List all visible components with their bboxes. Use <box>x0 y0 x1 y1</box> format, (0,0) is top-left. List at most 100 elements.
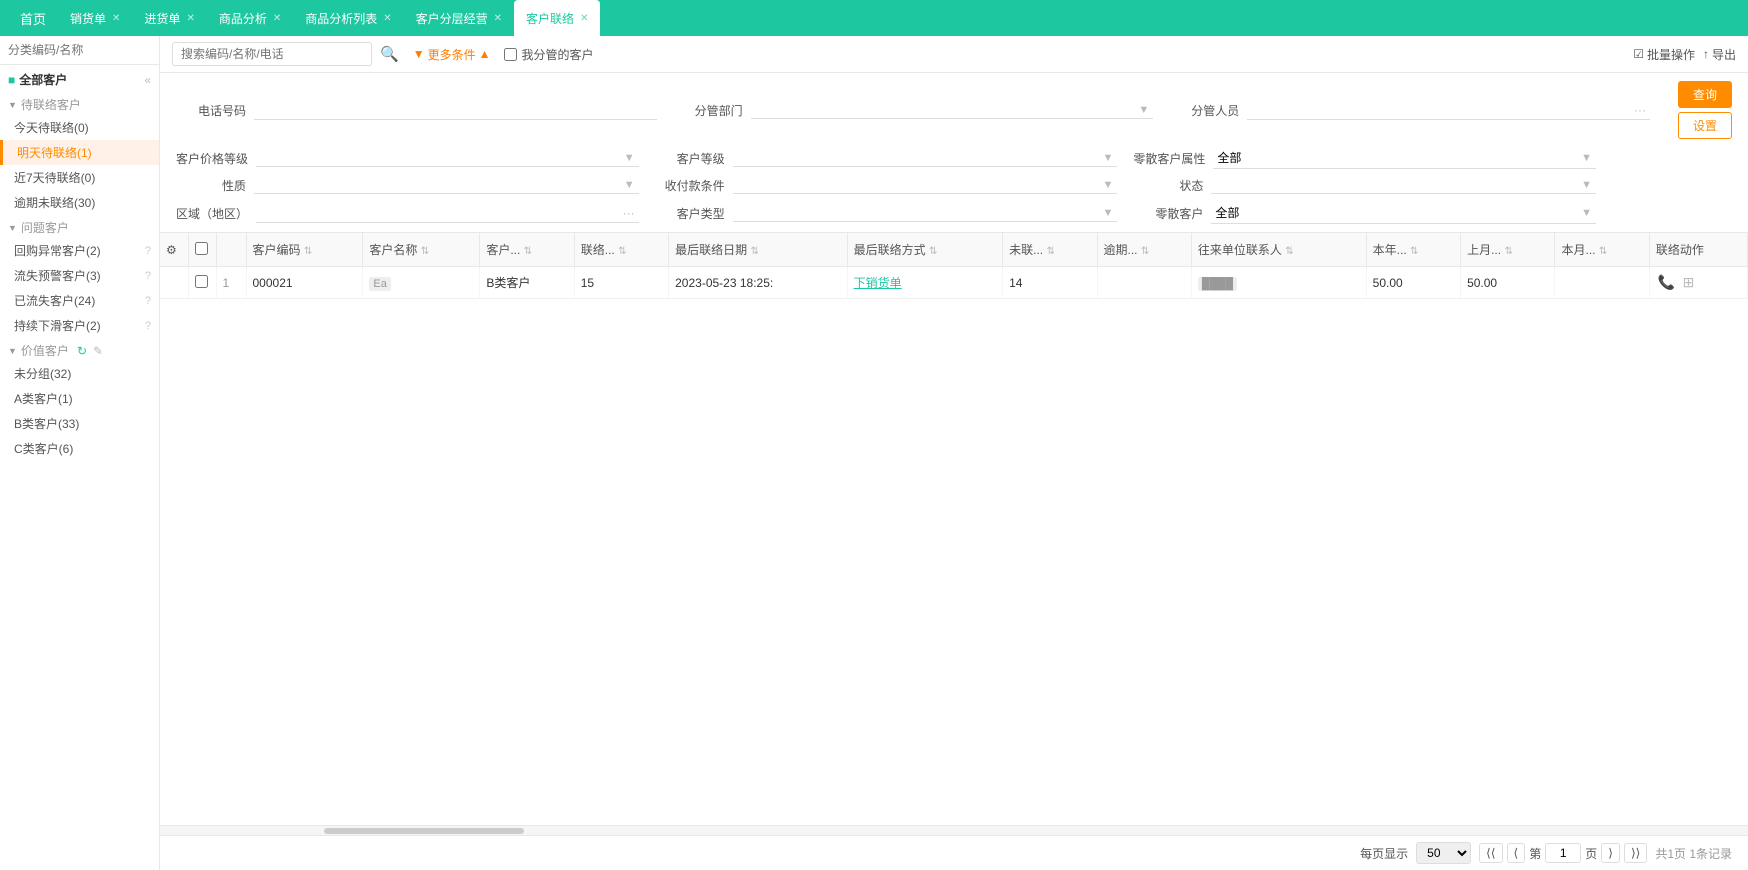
sort-overdue-icon[interactable]: ⇅ <box>1141 246 1149 257</box>
customer-grade-label: 客户等级 <box>655 150 725 167</box>
col-thisyear[interactable]: 本年... ⇅ <box>1366 233 1460 267</box>
nav-home[interactable]: 首页 <box>8 0 58 36</box>
sort-unlinked-icon[interactable]: ⇅ <box>1046 246 1054 257</box>
query-button[interactable]: 查询 <box>1678 81 1732 108</box>
horizontal-scrollbar[interactable] <box>160 825 1748 835</box>
phone-action-icon[interactable]: 📞 <box>1658 274 1675 290</box>
sidebar-collapse-icon[interactable]: « <box>144 73 151 87</box>
sort-name-icon[interactable]: ⇅ <box>421 246 429 257</box>
row-overdue <box>1097 267 1191 299</box>
next-page-button[interactable]: ⟩ <box>1601 843 1620 863</box>
sort-contacts-icon[interactable]: ⇅ <box>618 246 626 257</box>
col-name[interactable]: 客户名称 ⇅ <box>363 233 480 267</box>
col-lastdate[interactable]: 最后联络日期 ⇅ <box>669 233 848 267</box>
retail-customer-field: 零散客户 全部 ▼ <box>1133 202 1596 224</box>
sidebar-all-customers-label[interactable]: ■ 全部客户 <box>8 71 67 88</box>
close-product-analysis-icon[interactable]: ✕ <box>273 13 281 24</box>
select-all-checkbox[interactable] <box>195 242 208 255</box>
retail-customer-select[interactable]: 全部 ▼ <box>1211 202 1596 224</box>
scrollbar-thumb[interactable] <box>324 828 524 834</box>
sort-lastmonth-icon[interactable]: ⇅ <box>1504 246 1512 257</box>
last-page-button[interactable]: ⟩⟩ <box>1624 843 1647 863</box>
col-gear[interactable]: ⚙ <box>160 233 188 267</box>
nav-product-analysis[interactable]: 商品分析 ✕ <box>207 0 293 36</box>
first-page-button[interactable]: ⟨⟨ <box>1479 843 1502 863</box>
retail-attr-select[interactable]: 全部 ▼ <box>1213 147 1596 169</box>
nav-customer-tier[interactable]: 客户分层经营 ✕ <box>404 0 514 36</box>
customer-grade-select[interactable]: ▼ <box>733 150 1118 167</box>
sort-lastmethod-icon[interactable]: ⇅ <box>929 246 937 257</box>
sidebar-item-overdue[interactable]: 逾期未联络(30) <box>0 190 159 215</box>
sort-type-icon[interactable]: ⇅ <box>524 246 532 257</box>
nature-select[interactable]: ▼ <box>254 177 639 194</box>
payment-select[interactable]: ▼ <box>733 177 1118 194</box>
search-input[interactable] <box>172 42 372 66</box>
sort-thismonth-icon[interactable]: ⇅ <box>1599 246 1607 257</box>
sidebar-item-abnormal[interactable]: 回购异常客户(2) ? <box>0 238 159 263</box>
help-abnormal-icon[interactable]: ? <box>145 245 151 257</box>
prev-page-button[interactable]: ⟨ <box>1507 843 1526 863</box>
sidebar-item-a-class[interactable]: A类客户(1) <box>0 386 159 411</box>
close-product-list-icon[interactable]: ✕ <box>383 13 391 24</box>
dept-select[interactable]: ▼ <box>751 102 1154 119</box>
sidebar-item-churned[interactable]: 已流失客户(24) ? <box>0 288 159 313</box>
sidebar-item-b-class[interactable]: B类客户(33) <box>0 411 159 436</box>
sidebar-item-today[interactable]: 今天待联络(0) <box>0 115 159 140</box>
nav-sales[interactable]: 销货单 ✕ <box>58 0 132 36</box>
export-button[interactable]: ↑ 导出 <box>1703 46 1736 63</box>
nav-product-list[interactable]: 商品分析列表 ✕ <box>293 0 403 36</box>
batch-op-button[interactable]: ☑ 批量操作 <box>1633 46 1695 63</box>
col-unlinked[interactable]: 未联... ⇅ <box>1003 233 1097 267</box>
region-dots-icon[interactable]: ··· <box>623 206 635 220</box>
help-churned-icon[interactable]: ? <box>145 295 151 307</box>
col-lastmethod[interactable]: 最后联络方式 ⇅ <box>847 233 1002 267</box>
sidebar-item-c-class[interactable]: C类客户(6) <box>0 436 159 461</box>
last-method-link[interactable]: 下销货单 <box>854 276 902 290</box>
person-field: 分管人员 ··· <box>1169 101 1650 120</box>
close-purchase-icon[interactable]: ✕ <box>186 13 194 24</box>
sort-code-icon[interactable]: ⇅ <box>304 246 312 257</box>
page-input[interactable] <box>1545 843 1581 863</box>
per-page-select[interactable]: 50 100 200 <box>1416 842 1471 864</box>
sort-thisyear-icon[interactable]: ⇅ <box>1410 246 1418 257</box>
phone-input[interactable] <box>254 101 657 120</box>
sort-lastdate-icon[interactable]: ⇅ <box>750 246 758 257</box>
sidebar-item-7days[interactable]: 近7天待联络(0) <box>0 165 159 190</box>
grid-action-icon[interactable]: ⊞ <box>1683 274 1695 290</box>
sidebar-item-declining[interactable]: 持续下滑客户(2) ? <box>0 313 159 338</box>
nav-customer-contact[interactable]: 客户联络 ✕ <box>514 0 600 36</box>
set-button[interactable]: 设置 <box>1678 112 1732 139</box>
status-select[interactable]: ▼ <box>1211 177 1596 194</box>
payment-field: 收付款条件 ▼ <box>655 177 1118 194</box>
nav-purchase[interactable]: 进货单 ✕ <box>132 0 206 36</box>
per-page-label: 每页显示 <box>1360 845 1408 862</box>
row-lastmethod[interactable]: 下销货单 <box>847 267 1002 299</box>
sort-partner-icon[interactable]: ⇅ <box>1285 246 1293 257</box>
col-partner[interactable]: 往来单位联系人 ⇅ <box>1191 233 1366 267</box>
price-grade-select[interactable]: ▼ <box>256 150 639 167</box>
col-type[interactable]: 客户... ⇅ <box>480 233 574 267</box>
page-unit: 页 <box>1585 845 1597 862</box>
col-contacts[interactable]: 联络... ⇅ <box>574 233 668 267</box>
help-churn-warn-icon[interactable]: ? <box>145 270 151 282</box>
col-lastmonth[interactable]: 上月... ⇅ <box>1461 233 1555 267</box>
sidebar-item-churn-warn[interactable]: 流失预警客户(3) ? <box>0 263 159 288</box>
col-thismonth[interactable]: 本月... ⇅ <box>1555 233 1649 267</box>
search-button[interactable]: 🔍 <box>380 45 399 63</box>
person-dots-icon[interactable]: ··· <box>1634 103 1646 117</box>
value-refresh-icon[interactable]: ↻ <box>77 344 87 358</box>
close-sales-icon[interactable]: ✕ <box>112 13 120 24</box>
my-customers-checkbox[interactable] <box>504 48 517 61</box>
sidebar-search-input[interactable] <box>8 43 160 57</box>
more-conditions-button[interactable]: ▼ 更多条件 ▲ <box>407 43 497 66</box>
help-declining-icon[interactable]: ? <box>145 320 151 332</box>
col-overdue[interactable]: 逾期... ⇅ <box>1097 233 1191 267</box>
close-customer-contact-icon[interactable]: ✕ <box>580 13 588 24</box>
row-select-checkbox[interactable] <box>195 275 208 288</box>
customer-type-select[interactable]: ▼ <box>733 205 1118 222</box>
col-code[interactable]: 客户编码 ⇅ <box>246 233 363 267</box>
value-edit-icon[interactable]: ✎ <box>93 344 103 358</box>
sidebar-item-tomorrow[interactable]: 明天待联络(1) <box>0 140 159 165</box>
sidebar-item-ungrouped[interactable]: 未分组(32) <box>0 361 159 386</box>
close-customer-tier-icon[interactable]: ✕ <box>494 13 502 24</box>
